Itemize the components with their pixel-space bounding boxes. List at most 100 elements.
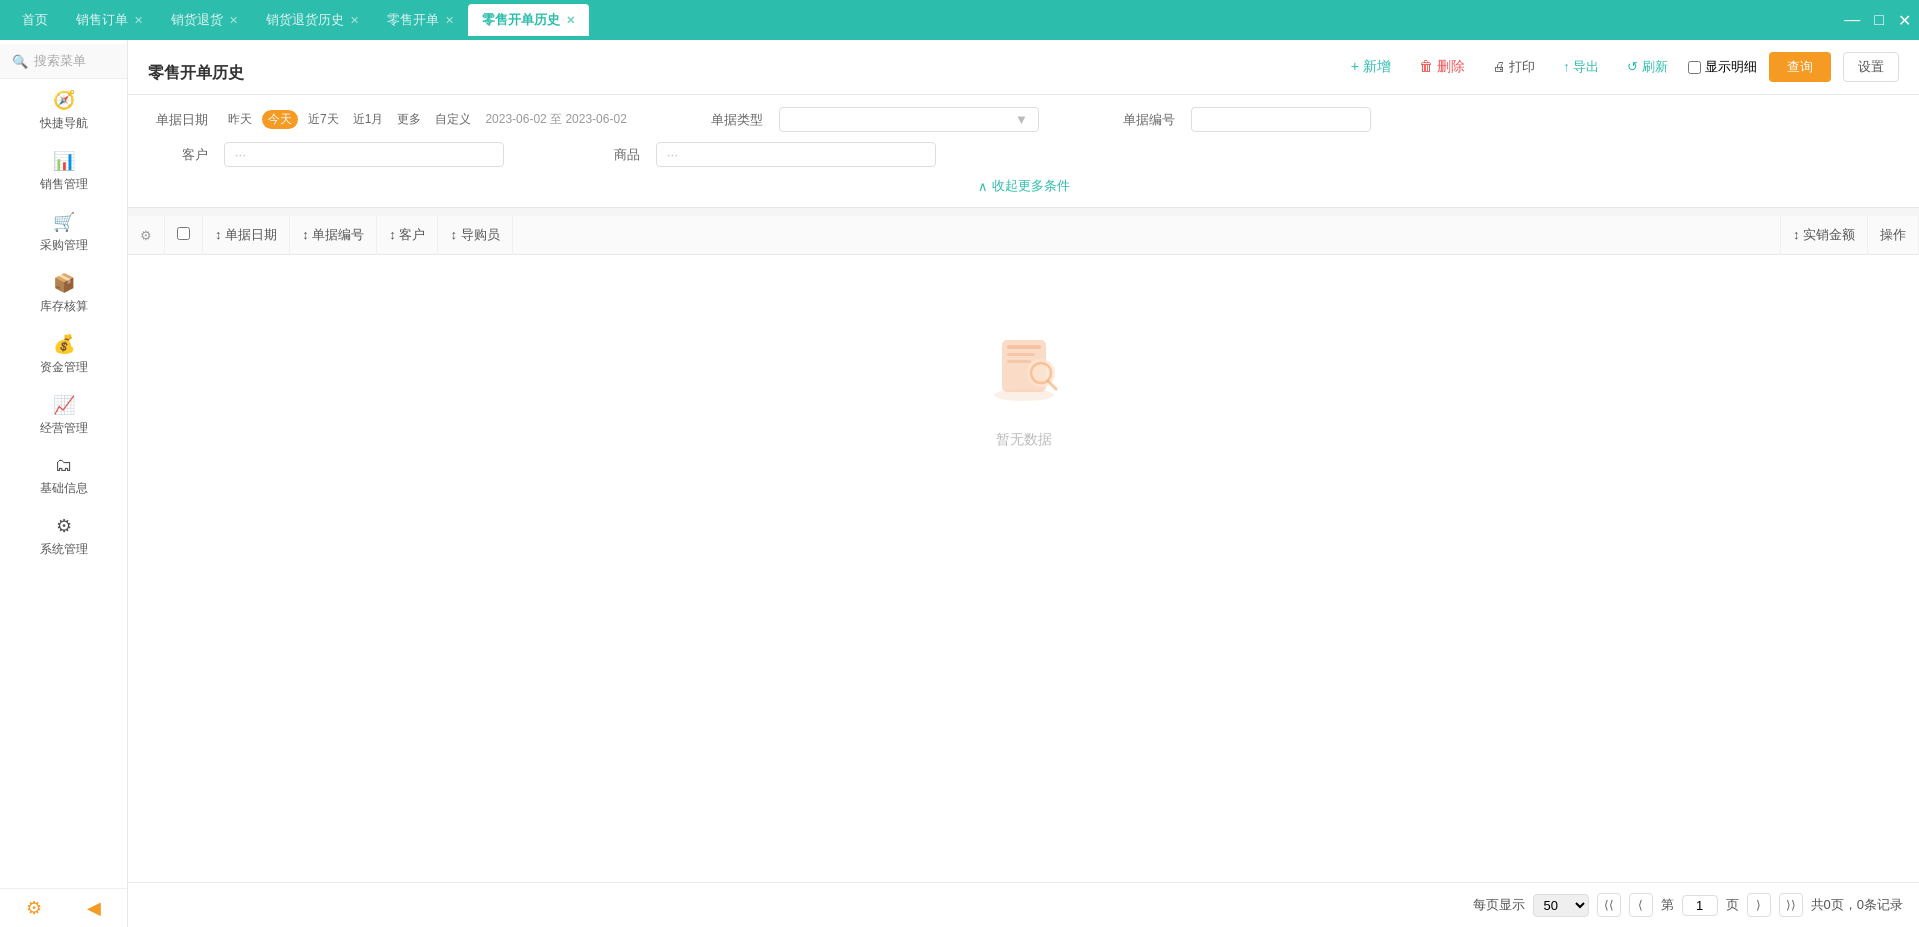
page-label-end: 页 (1726, 896, 1739, 914)
sidebar-search-label: 搜索菜单 (34, 52, 86, 70)
customer-input[interactable]: ··· (224, 142, 504, 167)
purchase-icon: 🛒 (53, 211, 75, 233)
date-custom[interactable]: 自定义 (431, 110, 475, 129)
data-table: ⚙ ↕ 单据日期 ↕ 单据编号 (128, 216, 1919, 255)
tab-sales-order[interactable]: 销售订单 ✕ (62, 4, 157, 36)
query-button[interactable]: 查询 (1769, 52, 1831, 82)
pagination: 每页显示 10 20 50 100 ⟨⟨ ⟨ 第 页 ⟩ ⟩⟩ 共0页，0条记录 (128, 882, 1919, 927)
date-7days[interactable]: 近7天 (304, 110, 343, 129)
date-1month[interactable]: 近1月 (349, 110, 388, 129)
doc-no-input[interactable] (1191, 107, 1371, 132)
close-sales-order-icon[interactable]: ✕ (134, 14, 143, 27)
nav-icon: 🧭 (53, 89, 75, 111)
close-retail-history-icon[interactable]: ✕ (566, 14, 575, 27)
show-detail-label: 显示明细 (1705, 58, 1757, 76)
svg-rect-3 (1007, 353, 1035, 356)
show-detail-checkbox[interactable]: 显示明细 (1688, 58, 1757, 76)
add-button[interactable]: + 新增 (1343, 54, 1399, 80)
export-button[interactable]: ↑ 导出 (1555, 54, 1607, 80)
date-today[interactable]: 今天 (262, 110, 298, 129)
window-max-icon[interactable]: □ (1874, 11, 1884, 30)
header-actions: + 新增 🗑 删除 🖨 打印 ↑ 导出 ↺ 刷新 显示明细 查询 设置 (1343, 52, 1899, 94)
svg-line-7 (1048, 381, 1056, 389)
sales-icon: 📊 (53, 150, 75, 172)
next-page-btn[interactable]: ⟩ (1747, 893, 1771, 917)
goods-input[interactable]: ··· (656, 142, 936, 167)
sidebar-settings-icon[interactable]: ⚙ (26, 897, 42, 919)
delete-button[interactable]: 🗑 删除 (1411, 54, 1473, 80)
sidebar-item-basic[interactable]: 🗂 基础信息 (0, 445, 127, 505)
sidebar-item-nav[interactable]: 🧭 快捷导航 (0, 79, 127, 140)
sidebar-item-sales[interactable]: 📊 销售管理 (0, 140, 127, 201)
date-filter-label: 单据日期 (148, 111, 208, 129)
tab-sales-return-history[interactable]: 销货退货历史 ✕ (252, 4, 373, 36)
sidebar-search[interactable]: 🔍 搜索菜单 (0, 44, 127, 79)
sidebar-collapse-icon[interactable]: ◀ (87, 897, 101, 919)
customer-dots: ··· (235, 147, 246, 162)
tab-retail-history[interactable]: 零售开单历史 ✕ (468, 4, 589, 36)
business-icon: 📈 (53, 394, 75, 416)
setting-button[interactable]: 设置 (1843, 52, 1899, 82)
system-icon: ⚙ (56, 515, 72, 537)
sidebar-item-basic-label: 基础信息 (40, 480, 88, 497)
last-page-btn[interactable]: ⟩⟩ (1779, 893, 1803, 917)
window-close-icon[interactable]: ✕ (1898, 11, 1911, 30)
empty-illustration (974, 315, 1074, 415)
table-area: ⚙ ↕ 单据日期 ↕ 单据编号 (128, 216, 1919, 927)
tab-sales-return[interactable]: 销货退货 ✕ (157, 4, 252, 36)
date-yesterday[interactable]: 昨天 (224, 110, 256, 129)
empty-state: 暂无数据 (128, 255, 1919, 509)
basic-icon: 🗂 (55, 455, 73, 476)
sidebar-item-purchase-label: 采购管理 (40, 237, 88, 254)
gear-settings-icon[interactable]: ⚙ (140, 228, 152, 243)
col-customer: ↕ 客户 (377, 216, 438, 255)
tab-retail-order[interactable]: 零售开单 ✕ (373, 4, 468, 36)
page-size-select[interactable]: 10 20 50 100 (1533, 894, 1589, 917)
col-salesperson: ↕ 导购员 (438, 216, 512, 255)
close-sales-return-history-icon[interactable]: ✕ (350, 14, 359, 27)
sidebar-item-inventory[interactable]: 📦 库存核算 (0, 262, 127, 323)
select-all-checkbox[interactable] (177, 227, 190, 240)
sidebar-item-purchase[interactable]: 🛒 采购管理 (0, 201, 127, 262)
collapse-btn[interactable]: ∧ 收起更多条件 (978, 177, 1070, 195)
doc-type-label: 单据类型 (703, 111, 763, 129)
date-shortcuts: 昨天 今天 近7天 近1月 更多 自定义 2023-06-02 至 2023-0… (224, 110, 627, 129)
sidebar: 🔍 搜索菜单 🧭 快捷导航 📊 销售管理 🛒 采购管理 📦 库存核算 💰 资金管… (0, 40, 128, 927)
content-area: 零售开单历史 + 新增 🗑 删除 🖨 打印 ↑ 导出 ↺ 刷新 显示明细 查询 … (128, 40, 1919, 927)
svg-rect-2 (1007, 345, 1041, 349)
total-text: 共0页，0条记录 (1811, 896, 1903, 914)
print-button[interactable]: 🖨 打印 (1485, 54, 1544, 80)
first-page-btn[interactable]: ⟨⟨ (1597, 893, 1621, 917)
empty-text: 暂无数据 (996, 431, 1052, 449)
filter-area: 单据日期 昨天 今天 近7天 近1月 更多 自定义 2023-06-02 至 2… (128, 95, 1919, 208)
close-retail-order-icon[interactable]: ✕ (445, 14, 454, 27)
svg-rect-4 (1007, 360, 1031, 363)
collapse-text: 收起更多条件 (992, 177, 1070, 195)
page-input[interactable] (1682, 895, 1718, 916)
tab-sales-return-history-label: 销货退货历史 (266, 11, 344, 29)
top-tab-bar: 首页 销售订单 ✕ 销货退货 ✕ 销货退货历史 ✕ 零售开单 ✕ 零售开单历史 … (0, 0, 1919, 40)
goods-label: 商品 (580, 146, 640, 164)
sidebar-item-system[interactable]: ⚙ 系统管理 (0, 505, 127, 566)
tab-home-label: 首页 (22, 11, 48, 29)
window-controls: — □ ✕ (1844, 11, 1911, 30)
refresh-button[interactable]: ↺ 刷新 (1619, 54, 1676, 80)
prev-page-btn[interactable]: ⟨ (1629, 893, 1653, 917)
window-min-icon[interactable]: — (1844, 11, 1860, 30)
date-more[interactable]: 更多 (393, 110, 425, 129)
filter-row-2: 客户 ··· 商品 ··· (148, 142, 1899, 167)
close-sales-return-icon[interactable]: ✕ (229, 14, 238, 27)
sidebar-item-business-label: 经营管理 (40, 420, 88, 437)
finance-icon: 💰 (53, 333, 75, 355)
sidebar-item-finance[interactable]: 💰 资金管理 (0, 323, 127, 384)
search-icon: 🔍 (12, 54, 28, 69)
show-detail-input[interactable] (1688, 61, 1701, 74)
tab-retail-history-label: 零售开单历史 (482, 11, 560, 29)
doc-type-select[interactable]: ▼ (779, 107, 1039, 132)
doc-no-label: 单据编号 (1115, 111, 1175, 129)
per-page-label: 每页显示 (1473, 896, 1525, 914)
sidebar-item-business[interactable]: 📈 经营管理 (0, 384, 127, 445)
doc-type-dropdown-icon: ▼ (1015, 112, 1028, 127)
inventory-icon: 📦 (53, 272, 75, 294)
tab-home[interactable]: 首页 (8, 4, 62, 36)
